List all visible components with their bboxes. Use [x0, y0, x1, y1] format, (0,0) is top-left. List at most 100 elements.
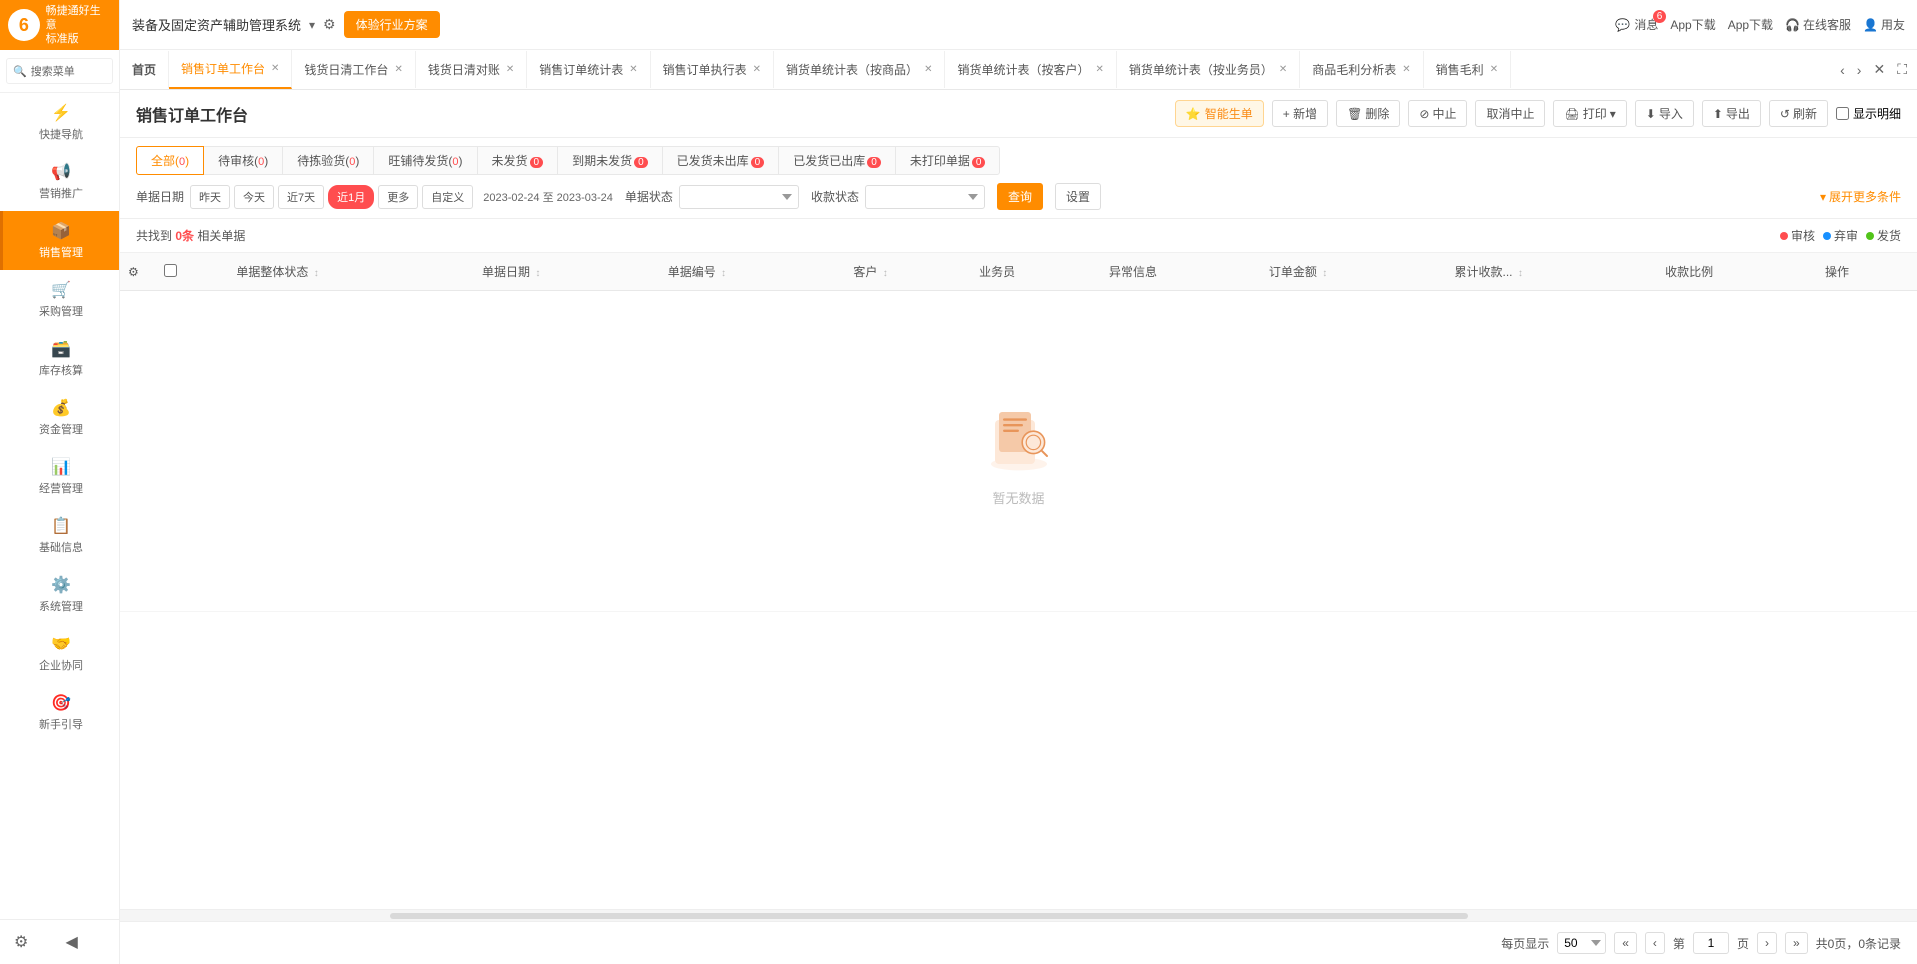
refresh-button[interactable]: ↺ 刷新 — [1769, 100, 1828, 127]
date-btn-7days[interactable]: 近7天 — [278, 185, 324, 209]
app-download-text[interactable]: App下载 — [1728, 16, 1773, 33]
scrollbar-track[interactable] — [390, 913, 1468, 919]
tab-sales-workbench[interactable]: 销售订单工作台 ✕ — [169, 50, 292, 89]
th-abnormal[interactable]: 异常信息 — [1101, 253, 1261, 291]
filter-tab-not-printed[interactable]: 未打印单据0 — [895, 146, 1001, 175]
tab-close-cash-reconcile[interactable]: ✕ — [506, 64, 514, 75]
sidebar-item-sales-mgmt[interactable]: 📦 销售管理 — [0, 211, 119, 270]
settings-filter-button[interactable]: 设置 — [1055, 183, 1101, 210]
select-all-checkbox[interactable] — [164, 264, 177, 277]
filter-tab-not-shipped[interactable]: 未发货0 — [477, 146, 559, 175]
print-dropdown-icon[interactable]: ▾ — [1610, 107, 1616, 121]
tab-sales-summary-staff[interactable]: 销货单统计表（按业务员） ✕ — [1117, 51, 1300, 88]
review-action[interactable]: 审核 — [1780, 227, 1815, 244]
online-service-link[interactable]: 🎧 在线客服 — [1785, 16, 1851, 33]
messages-badge[interactable]: 💬 消息 6 — [1615, 16, 1658, 33]
tab-next-button[interactable]: › — [1853, 60, 1866, 80]
pagination-page-input[interactable] — [1693, 932, 1729, 954]
tab-close-sales-stats[interactable]: ✕ — [629, 64, 637, 75]
pagination-last-button[interactable]: » — [1785, 932, 1808, 954]
filter-tab-overdue-ship[interactable]: 到期未发货0 — [557, 146, 663, 175]
query-button[interactable]: 查询 — [997, 183, 1043, 210]
filter-status-select[interactable] — [679, 185, 799, 209]
app-download-link[interactable]: App下载 — [1670, 16, 1715, 33]
config-icon[interactable]: ⚙ — [128, 265, 139, 279]
tab-fullscreen-button[interactable]: ⛶ — [1893, 59, 1911, 80]
th-amount[interactable]: 订单金额 ↕ — [1261, 253, 1447, 291]
tab-home[interactable]: 首页 — [120, 51, 169, 88]
print-button[interactable]: 🖨 打印 ▾ — [1553, 100, 1626, 127]
tab-cash-daily[interactable]: 钱货日清工作台 ✕ — [292, 51, 415, 88]
add-button[interactable]: + 新增 — [1272, 100, 1328, 127]
tab-sales-revenue[interactable]: 销售毛利 ✕ — [1424, 51, 1511, 88]
show-detail-checkbox-label[interactable]: 显示明细 — [1836, 105, 1901, 122]
sidebar-item-inventory[interactable]: 🗃️ 库存核算 — [0, 329, 119, 388]
sidebar-settings-button[interactable]: ⚙ — [8, 928, 60, 956]
tab-close-sales-revenue[interactable]: ✕ — [1490, 64, 1498, 75]
system-dropdown-button[interactable]: ▾ — [309, 18, 315, 32]
filter-tab-all[interactable]: 全部(0) — [136, 146, 204, 175]
filter-tab-pending-inspect[interactable]: 待拣验货(0) — [282, 146, 374, 175]
sidebar-item-base-info[interactable]: 📋 基础信息 — [0, 506, 119, 565]
th-number[interactable]: 单据编号 ↕ — [660, 253, 846, 291]
import-button[interactable]: ⬇ 导入 — [1635, 100, 1694, 127]
filter-tab-pending-review[interactable]: 待审核(0) — [203, 146, 283, 175]
tab-prev-button[interactable]: ‹ — [1836, 60, 1849, 80]
sidebar-item-ops-mgmt[interactable]: 📊 经营管理 — [0, 447, 119, 506]
date-btn-yesterday[interactable]: 昨天 — [190, 185, 230, 209]
tab-close-sales-exec[interactable]: ✕ — [753, 64, 761, 75]
date-btn-1month[interactable]: 近1月 — [328, 185, 374, 209]
cancel-stop-button[interactable]: 取消中止 — [1475, 100, 1545, 127]
tab-gross-profit[interactable]: 商品毛利分析表 ✕ — [1300, 51, 1423, 88]
tab-sales-stats[interactable]: 销售订单统计表 ✕ — [527, 51, 650, 88]
tab-sales-summary-cust[interactable]: 销货单统计表（按客户） ✕ — [945, 51, 1116, 88]
ship-action[interactable]: 发货 — [1866, 227, 1901, 244]
filter-tab-shipped-not-out[interactable]: 已发货未出库0 — [662, 146, 780, 175]
th-overall-status[interactable]: 单据整体状态 ↕ — [228, 253, 474, 291]
search-menu-button[interactable]: 🔍 搜索菜单 — [6, 58, 113, 84]
sort-amount[interactable]: ↕ — [1322, 268, 1327, 279]
sort-date[interactable]: ↕ — [535, 268, 540, 279]
sidebar-item-beginner[interactable]: 🎯 新手引导 — [0, 683, 119, 742]
delete-button[interactable]: 🗑 删除 — [1336, 100, 1400, 127]
filter-tab-shipped-out[interactable]: 已发货已出库0 — [778, 146, 896, 175]
tab-close-gross-profit[interactable]: ✕ — [1402, 64, 1410, 75]
export-button[interactable]: ⬆ 导出 — [1702, 100, 1761, 127]
pagination-next-button[interactable]: › — [1757, 932, 1777, 954]
stop-button[interactable]: ⊘ 中止 — [1408, 100, 1467, 127]
sidebar-item-finance[interactable]: 💰 资金管理 — [0, 388, 119, 447]
tab-close-sales-summary-cust[interactable]: ✕ — [1095, 64, 1103, 75]
date-btn-today[interactable]: 今天 — [234, 185, 274, 209]
filter-payment-select[interactable] — [865, 185, 985, 209]
industry-btn[interactable]: 体验行业方案 — [344, 11, 440, 38]
date-btn-more[interactable]: 更多 — [378, 185, 418, 209]
pagination-first-button[interactable]: « — [1614, 932, 1637, 954]
th-ratio[interactable]: 收款比例 — [1657, 253, 1817, 291]
sort-customer[interactable]: ↕ — [883, 268, 888, 279]
smart-gen-button[interactable]: ⭐ 智能生单 — [1175, 100, 1264, 127]
expand-more-conditions[interactable]: ▾ 展开更多条件 — [1820, 188, 1901, 205]
cancel-review-action[interactable]: 弃审 — [1823, 227, 1858, 244]
sidebar-item-quick-nav[interactable]: ⚡ 快捷导航 — [0, 93, 119, 152]
system-settings-button[interactable]: ⚙ — [323, 16, 336, 33]
tab-close-sales-summary-prod[interactable]: ✕ — [924, 64, 932, 75]
tab-sales-summary-prod[interactable]: 销货单统计表（按商品） ✕ — [774, 51, 945, 88]
sort-overall-status[interactable]: ↕ — [314, 268, 319, 279]
horizontal-scrollbar[interactable] — [120, 909, 1917, 921]
th-collected[interactable]: 累计收款... ↕ — [1447, 253, 1658, 291]
sidebar-item-marketing[interactable]: 📢 营销推广 — [0, 152, 119, 211]
th-staff[interactable]: 业务员 — [971, 253, 1101, 291]
sidebar-item-purchase-mgmt[interactable]: 🛒 采购管理 — [0, 270, 119, 329]
pagination-prev-button[interactable]: ‹ — [1645, 932, 1665, 954]
filter-tab-wangpu-ship[interactable]: 旺铺待发货(0) — [373, 146, 477, 175]
user-menu[interactable]: 👤 用友 — [1863, 16, 1905, 33]
tab-close-cash-daily[interactable]: ✕ — [394, 64, 402, 75]
sort-collected[interactable]: ↕ — [1518, 268, 1523, 279]
tab-close-sales-summary-staff[interactable]: ✕ — [1279, 64, 1287, 75]
tab-cash-reconcile[interactable]: 钱货日清对账 ✕ — [416, 51, 527, 88]
per-page-select[interactable]: 20 50 100 — [1557, 932, 1606, 954]
th-customer[interactable]: 客户 ↕ — [845, 253, 971, 291]
tab-sales-exec[interactable]: 销售订单执行表 ✕ — [651, 51, 774, 88]
th-date[interactable]: 单据日期 ↕ — [474, 253, 660, 291]
sidebar-collapse-button[interactable]: ◀ — [60, 928, 112, 956]
